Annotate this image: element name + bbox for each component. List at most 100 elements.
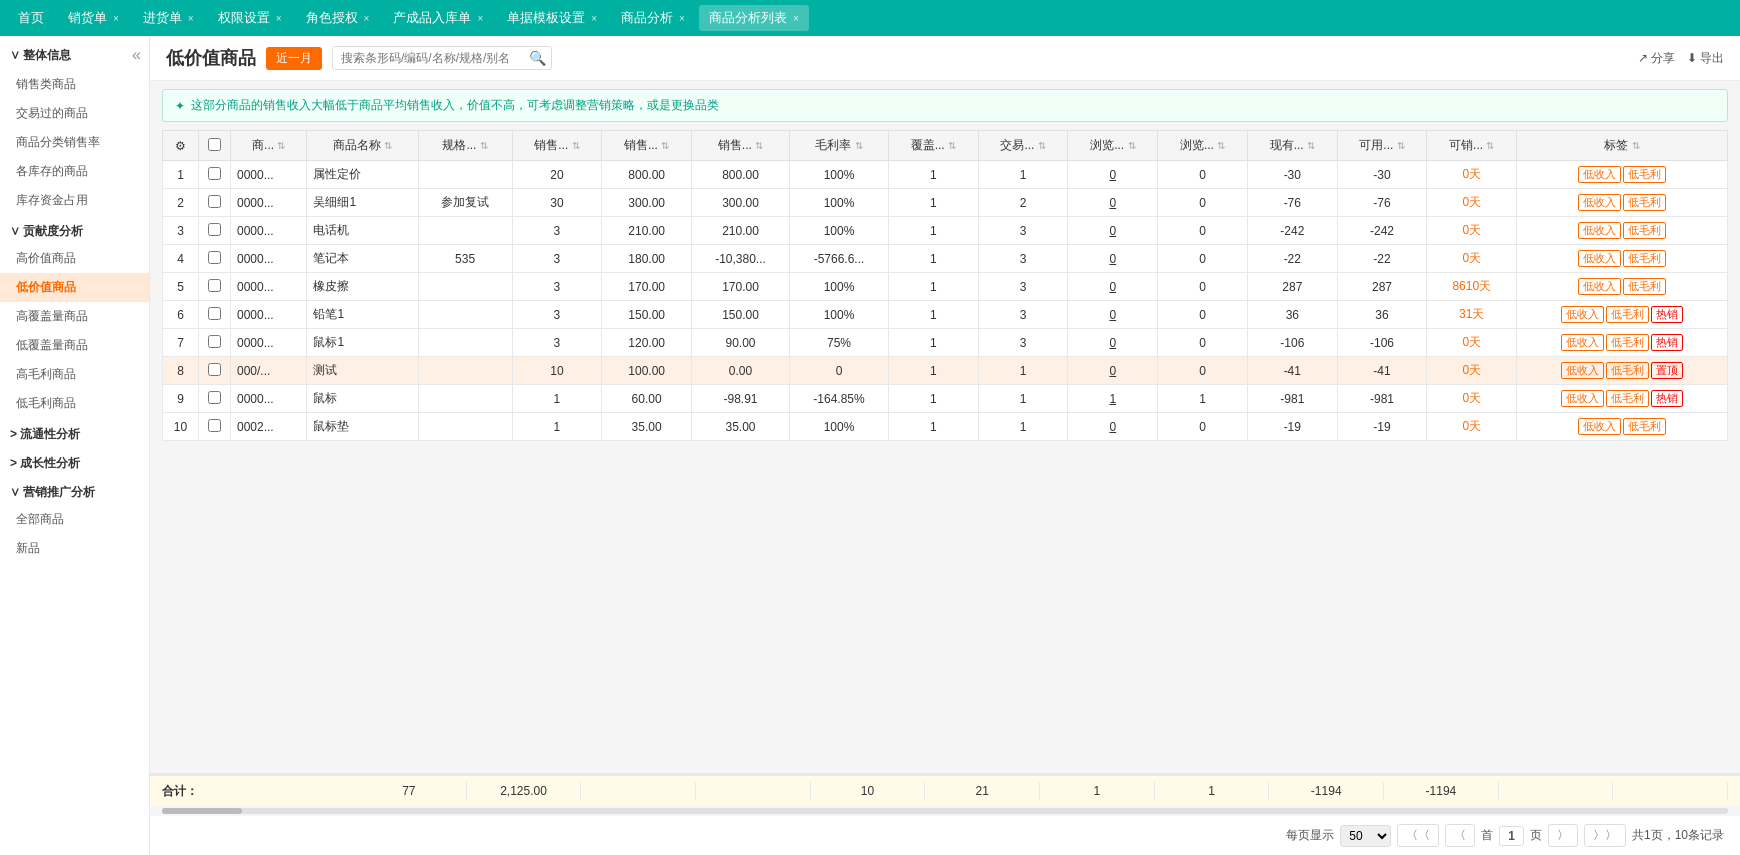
row-select-checkbox[interactable] <box>208 195 221 208</box>
scrollbar-thumb[interactable] <box>162 808 242 814</box>
last-page-btn[interactable]: 〉〉 <box>1584 824 1626 847</box>
close-icon[interactable]: × <box>113 13 119 24</box>
col-spec[interactable]: 规格... ⇅ <box>418 131 512 161</box>
row-select-checkbox[interactable] <box>208 251 221 264</box>
nav-sales[interactable]: 销货单 × <box>58 5 129 31</box>
sidebar-item-sales-goods[interactable]: 销售类商品 <box>0 70 149 99</box>
nav-analysis-list[interactable]: 商品分析列表 × <box>699 5 809 31</box>
row-checkbox[interactable] <box>199 245 231 273</box>
col-tags[interactable]: 标签 ⇅ <box>1517 131 1728 161</box>
browse-link[interactable]: 0 <box>1109 420 1116 434</box>
sidebar-item-high-profit[interactable]: 高毛利商品 <box>0 360 149 389</box>
nav-warehouse[interactable]: 产成品入库单 × <box>383 5 493 31</box>
sidebar-item-stock-goods[interactable]: 各库存的商品 <box>0 157 149 186</box>
search-input[interactable] <box>332 46 552 70</box>
row-browse1[interactable]: 0 <box>1068 413 1158 441</box>
row-checkbox[interactable] <box>199 189 231 217</box>
row-checkbox[interactable] <box>199 161 231 189</box>
sidebar-item-traded[interactable]: 交易过的商品 <box>0 99 149 128</box>
nav-home[interactable]: 首页 <box>8 5 54 31</box>
sidebar-item-high-coverage[interactable]: 高覆盖量商品 <box>0 302 149 331</box>
col-code[interactable]: 商... ⇅ <box>231 131 307 161</box>
close-icon[interactable]: × <box>793 13 799 24</box>
sidebar-group-flow[interactable]: > 流通性分析 <box>0 418 149 447</box>
close-icon[interactable]: × <box>276 13 282 24</box>
col-qty[interactable]: 销售... ⇅ <box>512 131 602 161</box>
next-page-btn[interactable]: 〉 <box>1548 824 1578 847</box>
sidebar-item-low-coverage[interactable]: 低覆盖量商品 <box>0 331 149 360</box>
col-checkbox[interactable] <box>199 131 231 161</box>
col-trade[interactable]: 交易... ⇅ <box>978 131 1068 161</box>
share-button[interactable]: ↗ 分享 <box>1638 50 1675 67</box>
col-avail[interactable]: 可用... ⇅ <box>1337 131 1427 161</box>
browse-link[interactable]: 0 <box>1109 336 1116 350</box>
sidebar-item-all-goods[interactable]: 全部商品 <box>0 505 149 534</box>
sidebar-item-category-rate[interactable]: 商品分类销售率 <box>0 128 149 157</box>
per-page-select[interactable]: 50 100 200 <box>1340 825 1391 847</box>
col-sale2[interactable]: 销售... ⇅ <box>692 131 790 161</box>
close-icon[interactable]: × <box>477 13 483 24</box>
first-page-btn[interactable]: 〈〈 <box>1397 824 1439 847</box>
nav-roles[interactable]: 角色授权 × <box>296 5 380 31</box>
row-checkbox[interactable] <box>199 385 231 413</box>
row-checkbox[interactable] <box>199 217 231 245</box>
col-name[interactable]: 商品名称 ⇅ <box>307 131 418 161</box>
row-browse1[interactable]: 0 <box>1068 189 1158 217</box>
row-select-checkbox[interactable] <box>208 335 221 348</box>
row-browse1[interactable]: 0 <box>1068 301 1158 329</box>
close-icon[interactable]: × <box>591 13 597 24</box>
row-browse1[interactable]: 0 <box>1068 217 1158 245</box>
close-icon[interactable]: × <box>188 13 194 24</box>
nav-template[interactable]: 单据模板设置 × <box>497 5 607 31</box>
col-browse1[interactable]: 浏览... ⇅ <box>1068 131 1158 161</box>
nav-permissions[interactable]: 权限设置 × <box>208 5 292 31</box>
nav-analysis[interactable]: 商品分析 × <box>611 5 695 31</box>
sidebar-collapse-btn[interactable]: « <box>128 42 145 68</box>
browse-link[interactable]: 0 <box>1109 308 1116 322</box>
sidebar-item-low-profit[interactable]: 低毛利商品 <box>0 389 149 418</box>
row-checkbox[interactable] <box>199 301 231 329</box>
row-browse1[interactable]: 0 <box>1068 329 1158 357</box>
nav-purchase[interactable]: 进货单 × <box>133 5 204 31</box>
select-all-checkbox[interactable] <box>208 138 221 151</box>
col-settings[interactable]: ⚙ <box>163 131 199 161</box>
browse-link[interactable]: 0 <box>1109 196 1116 210</box>
row-select-checkbox[interactable] <box>208 419 221 432</box>
prev-page-btn[interactable]: 〈 <box>1445 824 1475 847</box>
close-icon[interactable]: × <box>364 13 370 24</box>
row-browse1[interactable]: 1 <box>1068 385 1158 413</box>
browse-link[interactable]: 0 <box>1109 364 1116 378</box>
browse-link[interactable]: 0 <box>1109 252 1116 266</box>
col-coverage[interactable]: 覆盖... ⇅ <box>889 131 979 161</box>
col-browse2[interactable]: 浏览... ⇅ <box>1158 131 1248 161</box>
col-gross[interactable]: 毛利率 ⇅ <box>789 131 888 161</box>
sidebar-item-low-value[interactable]: 低价值商品 <box>0 273 149 302</box>
row-select-checkbox[interactable] <box>208 167 221 180</box>
close-icon[interactable]: × <box>679 13 685 24</box>
row-select-checkbox[interactable] <box>208 307 221 320</box>
browse-link[interactable]: 0 <box>1109 280 1116 294</box>
col-sellable[interactable]: 可销... ⇅ <box>1427 131 1517 161</box>
row-select-checkbox[interactable] <box>208 279 221 292</box>
sidebar-item-high-value[interactable]: 高价值商品 <box>0 244 149 273</box>
search-icon[interactable]: 🔍 <box>529 50 546 66</box>
scrollbar-track[interactable] <box>162 808 1728 814</box>
sidebar-group-growth[interactable]: > 成长性分析 <box>0 447 149 476</box>
browse-link[interactable]: 0 <box>1109 224 1116 238</box>
export-button[interactable]: ⬇ 导出 <box>1687 50 1724 67</box>
row-checkbox[interactable] <box>199 273 231 301</box>
row-checkbox[interactable] <box>199 357 231 385</box>
sidebar-item-new-goods[interactable]: 新品 <box>0 534 149 563</box>
browse-link[interactable]: 0 <box>1109 168 1116 182</box>
col-stock[interactable]: 现有... ⇅ <box>1247 131 1337 161</box>
row-select-checkbox[interactable] <box>208 391 221 404</box>
row-browse1[interactable]: 0 <box>1068 357 1158 385</box>
sidebar-item-capital[interactable]: 库存资金占用 <box>0 186 149 215</box>
row-browse1[interactable]: 0 <box>1068 273 1158 301</box>
row-browse1[interactable]: 0 <box>1068 161 1158 189</box>
row-browse1[interactable]: 0 <box>1068 245 1158 273</box>
col-sale1[interactable]: 销售... ⇅ <box>602 131 692 161</box>
row-checkbox[interactable] <box>199 413 231 441</box>
row-checkbox[interactable] <box>199 329 231 357</box>
filter-button[interactable]: 近一月 <box>266 47 322 70</box>
